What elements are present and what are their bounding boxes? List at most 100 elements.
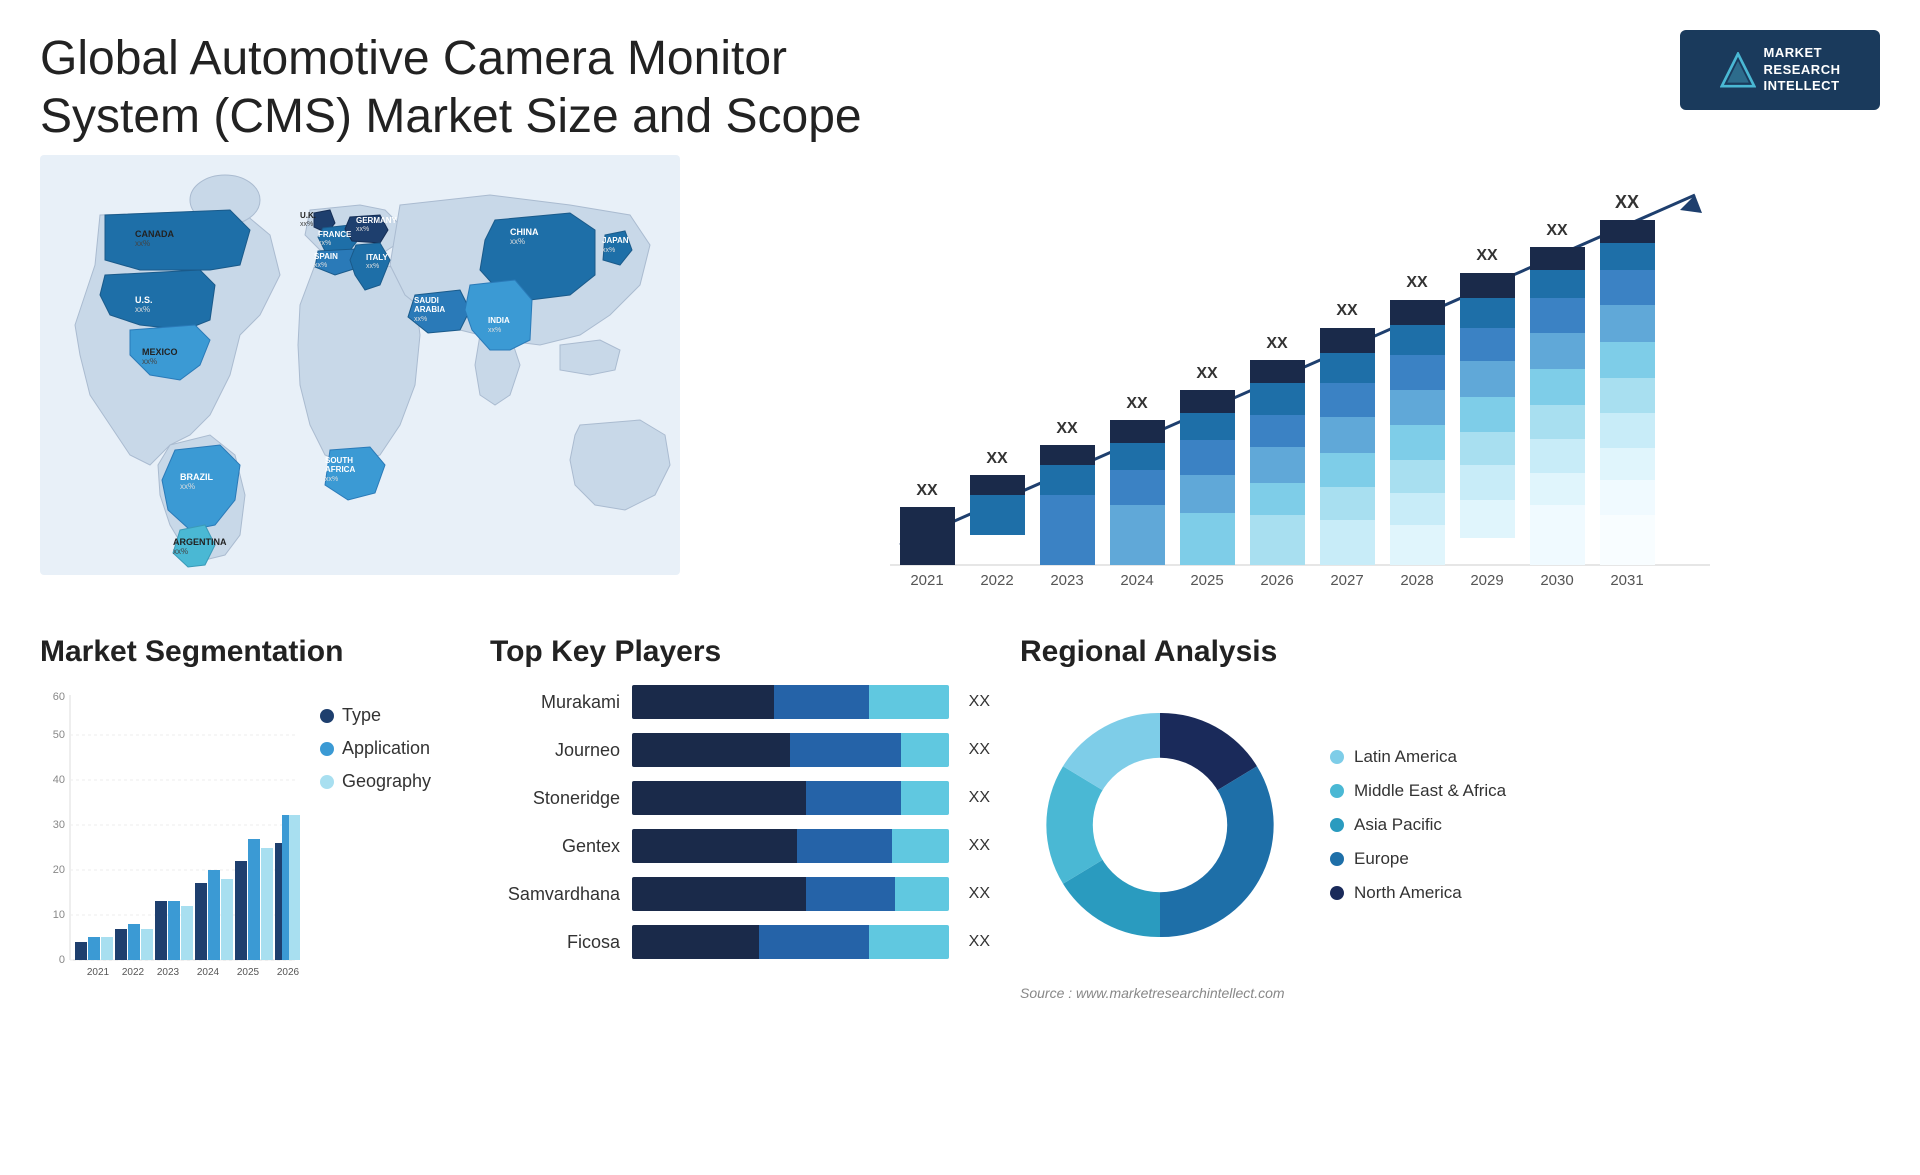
latin-america-dot xyxy=(1330,750,1344,764)
player-bar-container xyxy=(632,685,949,719)
svg-text:INDIA: INDIA xyxy=(488,316,510,325)
svg-text:MEXICO: MEXICO xyxy=(142,347,178,357)
svg-text:AFRICA: AFRICA xyxy=(325,465,355,474)
svg-text:40: 40 xyxy=(53,774,65,786)
player-name: Gentex xyxy=(490,836,620,857)
player-bar xyxy=(632,781,949,815)
map-section: CANADA xx% U.S. xx% MEXICO xx% BRAZIL xx… xyxy=(40,155,680,615)
svg-text:2022: 2022 xyxy=(980,572,1013,589)
player-bar xyxy=(632,829,949,863)
svg-text:xx%: xx% xyxy=(510,237,525,246)
player-bar xyxy=(632,685,949,719)
svg-text:XX: XX xyxy=(986,450,1008,467)
player-bar xyxy=(632,877,949,911)
legend-application: Application xyxy=(320,738,431,759)
app-dot xyxy=(320,742,334,756)
svg-text:2021: 2021 xyxy=(87,967,110,978)
asia-pacific-label: Asia Pacific xyxy=(1354,815,1442,835)
svg-text:xx%: xx% xyxy=(325,476,338,483)
svg-text:xx%: xx% xyxy=(135,305,150,314)
svg-text:ARGENTINA: ARGENTINA xyxy=(173,537,227,547)
svg-text:XX: XX xyxy=(1476,247,1498,264)
svg-text:2028: 2028 xyxy=(1400,572,1433,589)
svg-text:2022: 2022 xyxy=(122,967,145,978)
segmentation-svg: 0 10 20 30 40 50 60 xyxy=(40,685,300,1005)
legend-type: Type xyxy=(320,705,431,726)
svg-text:2021: 2021 xyxy=(910,572,943,589)
svg-text:XX: XX xyxy=(1546,222,1568,239)
svg-text:XX: XX xyxy=(1406,274,1428,291)
svg-text:xx%: xx% xyxy=(488,327,501,334)
player-row: Gentex XX xyxy=(490,829,990,863)
svg-text:XX: XX xyxy=(1196,365,1218,382)
svg-text:2027: 2027 xyxy=(1330,572,1363,589)
svg-text:XX: XX xyxy=(1336,302,1358,319)
north-america-dot xyxy=(1330,886,1344,900)
player-value: XX xyxy=(969,741,990,759)
player-name: Stoneridge xyxy=(490,788,620,809)
content-area: CANADA xx% U.S. xx% MEXICO xx% BRAZIL xx… xyxy=(0,155,1920,615)
player-bar-container xyxy=(632,781,949,815)
player-bar xyxy=(632,733,949,767)
svg-text:U.S.: U.S. xyxy=(135,295,153,305)
player-value: XX xyxy=(969,693,990,711)
geo-dot xyxy=(320,775,334,789)
header: Global Automotive Camera Monitor System … xyxy=(0,0,1920,155)
segmentation-bars: 0 10 20 30 40 50 60 xyxy=(40,685,300,1005)
players-title: Top Key Players xyxy=(490,635,990,669)
svg-text:ITALY: ITALY xyxy=(366,253,388,262)
legend-europe: Europe xyxy=(1330,849,1506,869)
svg-text:xx%: xx% xyxy=(173,547,188,556)
svg-text:50: 50 xyxy=(53,729,65,741)
svg-text:xx%: xx% xyxy=(300,221,313,228)
player-bar-container xyxy=(632,925,949,959)
middle-east-dot xyxy=(1330,784,1344,798)
player-row: Journeo XX xyxy=(490,733,990,767)
svg-text:GERMANY: GERMANY xyxy=(356,216,398,225)
asia-pacific-dot xyxy=(1330,818,1344,832)
world-map: CANADA xx% U.S. xx% MEXICO xx% BRAZIL xx… xyxy=(40,155,680,575)
svg-text:xx%: xx% xyxy=(142,357,157,366)
svg-text:SPAIN: SPAIN xyxy=(314,252,338,261)
player-row: Stoneridge XX xyxy=(490,781,990,815)
bottom-section: Market Segmentation 0 10 20 30 40 xyxy=(0,615,1920,1175)
svg-text:XX: XX xyxy=(1266,335,1288,352)
segmentation-chart-area: 0 10 20 30 40 50 60 xyxy=(40,685,460,1005)
europe-dot xyxy=(1330,852,1344,866)
svg-text:30: 30 xyxy=(53,819,65,831)
regional-title: Regional Analysis xyxy=(1020,635,1880,669)
player-bar-container xyxy=(632,733,949,767)
player-value: XX xyxy=(969,789,990,807)
svg-text:2024: 2024 xyxy=(197,967,220,978)
player-value: XX xyxy=(969,885,990,903)
north-america-label: North America xyxy=(1354,883,1462,903)
svg-text:2026: 2026 xyxy=(1260,572,1293,589)
svg-text:0: 0 xyxy=(59,954,65,966)
donut-area: Latin America Middle East & Africa Asia … xyxy=(1020,685,1880,965)
europe-label: Europe xyxy=(1354,849,1409,869)
svg-text:ARABIA: ARABIA xyxy=(414,305,445,314)
segmentation-title: Market Segmentation xyxy=(40,635,460,669)
svg-text:2026: 2026 xyxy=(277,967,300,978)
players-section: Top Key Players Murakami XX Journeo xyxy=(490,635,990,1155)
logo-area: MARKET RESEARCH INTELLECT xyxy=(1680,30,1880,110)
app-label: Application xyxy=(342,738,430,759)
legend-latin-america: Latin America xyxy=(1330,747,1506,767)
svg-text:xx%: xx% xyxy=(356,226,369,233)
source-text: Source : www.marketresearchintellect.com xyxy=(1020,985,1880,1001)
middle-east-label: Middle East & Africa xyxy=(1354,781,1506,801)
legend-north-america: North America xyxy=(1330,883,1506,903)
players-list: Murakami XX Journeo xyxy=(490,685,990,959)
player-row: Samvardhana XX xyxy=(490,877,990,911)
svg-text:CANADA: CANADA xyxy=(135,229,174,239)
svg-text:xx%: xx% xyxy=(314,262,327,269)
type-dot xyxy=(320,709,334,723)
svg-text:SOUTH: SOUTH xyxy=(325,456,353,465)
type-label: Type xyxy=(342,705,381,726)
svg-text:2023: 2023 xyxy=(157,967,180,978)
svg-text:U.K.: U.K. xyxy=(300,211,316,220)
logo: MARKET RESEARCH INTELLECT xyxy=(1680,30,1880,110)
svg-text:2031: 2031 xyxy=(1610,572,1643,589)
regional-legend: Latin America Middle East & Africa Asia … xyxy=(1330,747,1506,903)
svg-text:2024: 2024 xyxy=(1120,572,1153,589)
